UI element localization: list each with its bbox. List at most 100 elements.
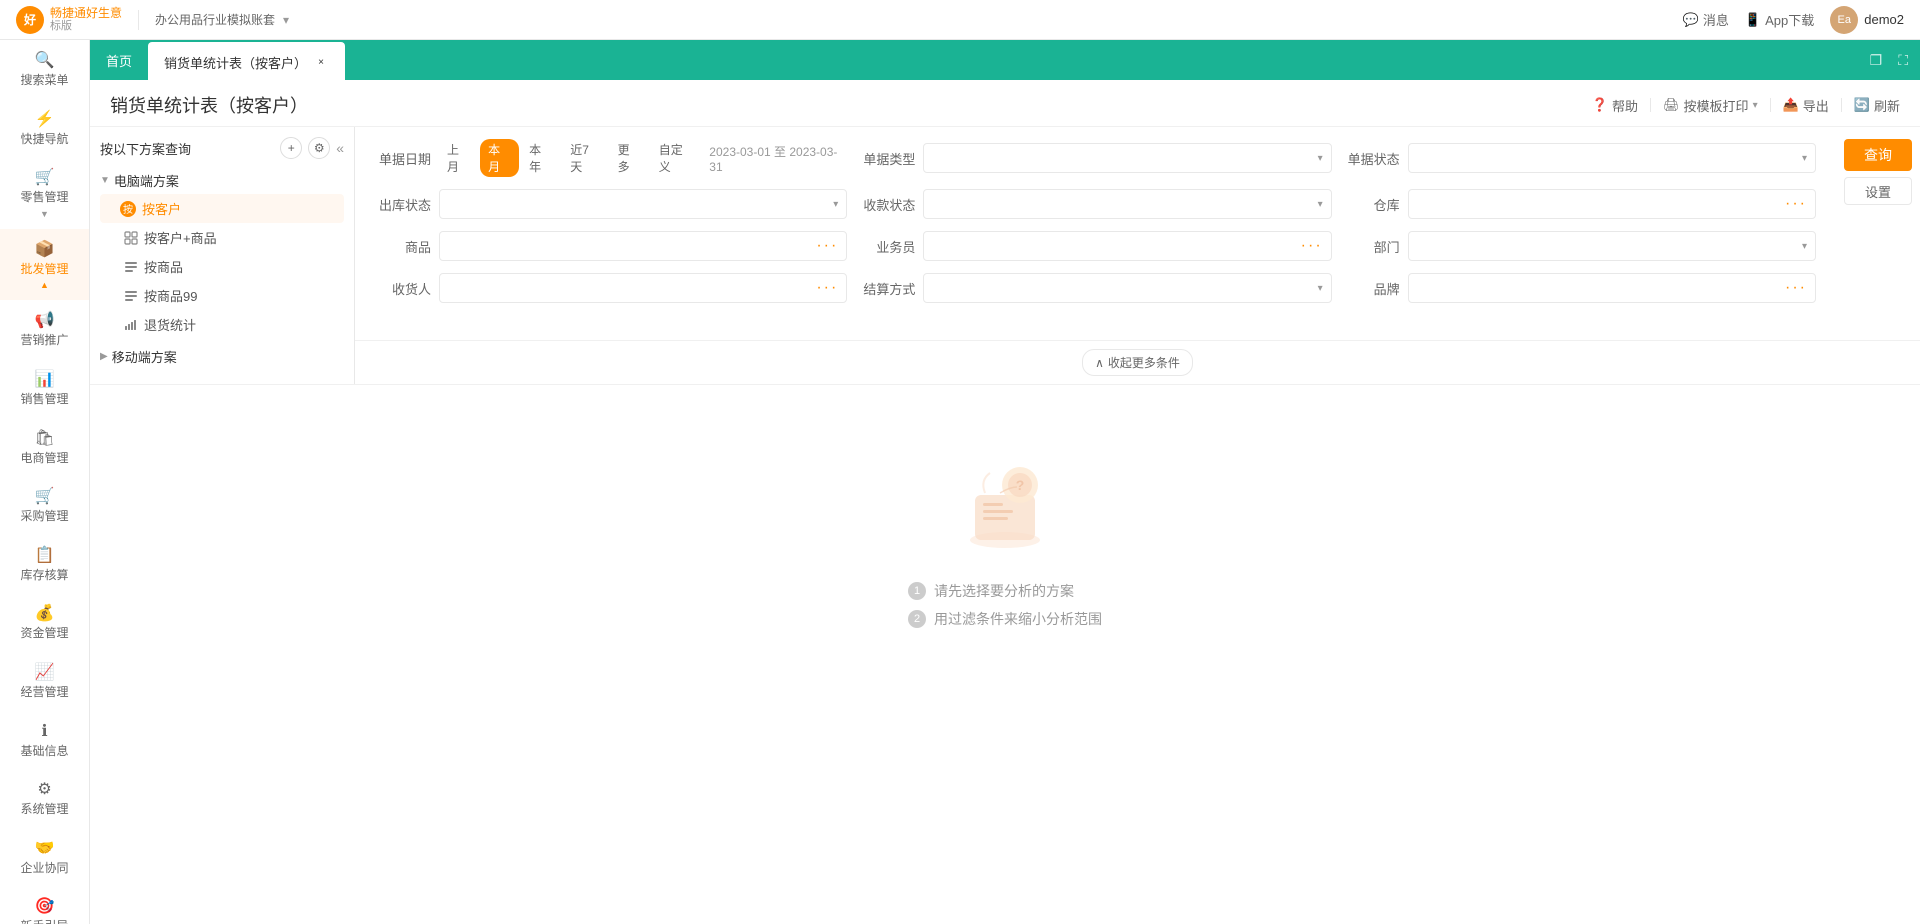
payment-chevron: ▾	[1318, 283, 1323, 294]
scheme-group-mobile-header[interactable]: ▶ 移动端方案	[100, 343, 344, 370]
sidebar-item-purchase[interactable]: 🛒 采购管理	[0, 476, 89, 535]
sidebar-item-collab[interactable]: 🤝 企业协同	[0, 828, 89, 887]
date-tab-custom[interactable]: 自定义	[651, 139, 702, 177]
help-button[interactable]: ❓ 帮助	[1592, 96, 1638, 115]
date-tab-more[interactable]: 更多	[610, 139, 649, 177]
salesman-select[interactable]: ···	[923, 231, 1331, 261]
receiver-field: 收货人 ···	[375, 273, 847, 303]
bygoods99-label: 按商品99	[144, 286, 197, 305]
date-range-display: 2023-03-01 至 2023-03-31	[709, 143, 847, 174]
scheme-item-bycustomer[interactable]: 按 按客户	[100, 194, 344, 223]
ordertype-select[interactable]: ▾	[923, 143, 1331, 173]
goods-select[interactable]: ···	[439, 231, 847, 261]
retail-icon: 🛒	[35, 167, 55, 187]
print-icon: 🖨	[1663, 97, 1680, 113]
logo-icon: 好	[16, 6, 44, 34]
orderstatus-chevron: ▾	[1802, 153, 1807, 164]
scheme-collapse-button[interactable]: «	[336, 140, 344, 156]
sidebar-item-search[interactable]: 🔍 搜索菜单	[0, 40, 89, 99]
dept-select[interactable]: ▾	[1408, 231, 1816, 261]
date-tab-last7[interactable]: 近7天	[562, 139, 607, 177]
sidebar-item-marketing[interactable]: 📢 营销推广	[0, 300, 89, 359]
user-area[interactable]: Ea demo2	[1830, 6, 1904, 34]
warehouse-select[interactable]: ···	[1408, 189, 1816, 219]
logo-area[interactable]: 好 畅捷通好生意 标版	[16, 6, 122, 34]
sidebar-item-ecommerce[interactable]: 🛍 电商管理	[0, 418, 89, 477]
payment-select[interactable]: ▾	[923, 273, 1331, 303]
date-tab-thisyear[interactable]: 本年	[521, 139, 560, 177]
collapse-label: 收起更多条件	[1108, 354, 1180, 371]
date-tab-lastmonth[interactable]: 上月	[439, 139, 478, 177]
sidebar-item-retail[interactable]: 🛒 零售管理 ▼	[0, 157, 89, 229]
scheme-group-desktop: ▼ 电脑端方案 按 按客户	[100, 167, 344, 339]
tab-close-button[interactable]: ×	[313, 54, 329, 70]
page-title: 销货单统计表（按客户）	[110, 92, 308, 118]
orderstatus-select[interactable]: ▾	[1408, 143, 1816, 173]
scheme-item-bygoods99[interactable]: 按商品99	[100, 281, 344, 310]
goods-field: 商品 ···	[375, 231, 847, 261]
filter-form: 单据日期 上月 本月 本年 近7天 更多	[355, 127, 1836, 340]
tab-bar: 首页 销货单统计表（按客户） × ❐ ⛶	[90, 40, 1920, 80]
scheme-add-button[interactable]: +	[280, 137, 302, 159]
mobile-group-label: 移动端方案	[112, 347, 177, 366]
page-header: 销货单统计表（按客户） ❓ 帮助 🖨 按模板打印 ▾	[90, 80, 1920, 127]
bygoods99-icon	[124, 289, 138, 303]
warehouse-field: 仓库 ···	[1344, 189, 1816, 219]
outstatus-select[interactable]: ▾	[439, 189, 847, 219]
query-button[interactable]: 查询	[1844, 139, 1912, 171]
app-title: 办公用品行业模拟账套	[155, 11, 275, 28]
date-tab-thismonth[interactable]: 本月	[480, 139, 519, 177]
app-download-button[interactable]: 📱 App下载	[1745, 10, 1814, 29]
sidebar-item-operation[interactable]: 📈 经营管理	[0, 652, 89, 711]
collectstatus-field: 收款状态 ▾	[859, 189, 1331, 219]
tab-restore-button[interactable]: ❐	[1866, 48, 1887, 73]
download-icon: 📱	[1745, 12, 1761, 28]
help-icon: ❓	[1592, 97, 1608, 113]
refresh-button[interactable]: 🔄 刷新	[1854, 96, 1900, 115]
brand-label: 品牌	[1344, 279, 1400, 298]
goods-dots: ···	[816, 237, 838, 255]
operation-icon: 📈	[35, 662, 55, 682]
sidebar-item-inventory[interactable]: 📋 库存核算	[0, 535, 89, 594]
scheme-item-returns[interactable]: 退货统计	[100, 310, 344, 339]
collapse-icon: ∧	[1095, 356, 1104, 370]
finance-icon: 💰	[35, 603, 55, 623]
title-dropdown-icon[interactable]: ▾	[283, 13, 289, 27]
wholesale-icon: 📦	[35, 239, 55, 259]
tab-home[interactable]: 首页	[90, 40, 148, 80]
tab-maximize-button[interactable]: ⛶	[1894, 48, 1912, 73]
goods-label: 商品	[375, 237, 431, 256]
tab-active[interactable]: 销货单统计表（按客户） ×	[148, 42, 345, 82]
outstatus-label: 出库状态	[375, 195, 431, 214]
collapse-more-button[interactable]: ∧ 收起更多条件	[1082, 349, 1193, 376]
scheme-group-desktop-header[interactable]: ▼ 电脑端方案	[100, 167, 344, 194]
brand-select[interactable]: ···	[1408, 273, 1816, 303]
scheme-item-bygoods[interactable]: 按商品	[100, 252, 344, 281]
empty-state: ? 1 请先选择要分析的方案 2	[90, 385, 1920, 689]
sidebar-item-quicknav[interactable]: ⚡ 快捷导航	[0, 99, 89, 158]
marketing-icon: 📢	[35, 310, 55, 330]
scheme-item-customer-goods[interactable]: 按客户+商品	[100, 223, 344, 252]
message-button[interactable]: 💬 消息	[1683, 10, 1729, 29]
empty-illustration: ?	[945, 445, 1065, 565]
sidebar-item-finance[interactable]: 💰 资金管理	[0, 593, 89, 652]
sidebar-item-guide[interactable]: 🎯 新手引导	[0, 886, 89, 924]
sidebar-item-wholesale[interactable]: 📦 批发管理 ▲	[0, 229, 89, 301]
brand-dots: ···	[1785, 279, 1807, 297]
export-button[interactable]: 📤 导出	[1783, 96, 1829, 115]
sidebar-item-basic[interactable]: ℹ 基础信息	[0, 711, 89, 770]
sidebar-item-sales[interactable]: 📊 销售管理	[0, 359, 89, 418]
empty-tips: 1 请先选择要分析的方案 2 用过滤条件来缩小分析范围	[908, 581, 1102, 629]
collectstatus-select[interactable]: ▾	[923, 189, 1331, 219]
divider2	[1770, 98, 1771, 112]
scheme-panel-title: 按以下方案查询	[100, 139, 191, 158]
scheme-settings-button[interactable]: ⚙	[308, 137, 330, 159]
scheme-group-mobile: ▶ 移动端方案	[100, 343, 344, 370]
sidebar-item-system[interactable]: ⚙ 系统管理	[0, 769, 89, 828]
receiver-label: 收货人	[375, 279, 431, 298]
receiver-select[interactable]: ···	[439, 273, 847, 303]
settings-button[interactable]: 设置	[1844, 177, 1912, 205]
returns-icon	[124, 318, 138, 332]
print-button[interactable]: 🖨 按模板打印 ▾	[1663, 96, 1758, 115]
payment-label: 结算方式	[859, 279, 915, 298]
